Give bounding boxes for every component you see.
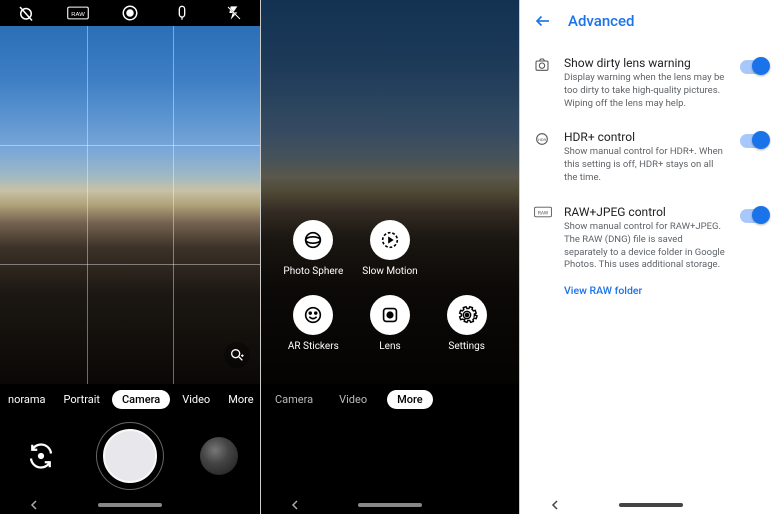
mode-more[interactable]: More	[222, 391, 259, 408]
dirty-lens-title: Show dirty lens warning	[564, 56, 728, 70]
photo-sphere-label: Photo Sphere	[283, 266, 343, 277]
hdr-icon: HDR	[534, 130, 552, 147]
slow-motion-icon	[370, 220, 410, 260]
hdr-control-setting[interactable]: HDR HDR+ control Show manual control for…	[534, 120, 768, 194]
hdr-desc: Show manual control for HDR+. When this …	[564, 146, 728, 184]
dirty-lens-toggle[interactable]	[740, 60, 768, 74]
lens-icon	[370, 295, 410, 335]
mode-camera[interactable]: Camera	[112, 390, 170, 409]
hdr-toggle[interactable]	[740, 134, 768, 148]
photo-sphere-icon	[293, 220, 333, 260]
camera-top-options: RAW	[0, 0, 260, 26]
hdr-title: HDR+ control	[564, 130, 728, 144]
android-nav-bar	[520, 496, 782, 514]
settings-option[interactable]: Settings	[428, 295, 505, 352]
more-options-grid: Photo Sphere Slow Motion AR S	[261, 220, 519, 352]
raw-control-setting[interactable]: RAW RAW+JPEG control Show manual control…	[534, 195, 768, 282]
mode-portrait[interactable]: Portrait	[57, 391, 106, 408]
ar-stickers-option[interactable]: AR Stickers	[275, 295, 352, 352]
dirty-lens-desc: Display warning when the lens may be too…	[564, 72, 728, 110]
svg-text:RAW: RAW	[71, 12, 85, 18]
raw-setting-icon: RAW	[534, 205, 552, 218]
dirty-lens-setting[interactable]: Show dirty lens warning Display warning …	[534, 46, 768, 120]
slow-motion-label: Slow Motion	[362, 266, 417, 277]
settings-icon	[447, 295, 487, 335]
mode-camera[interactable]: Camera	[269, 391, 319, 408]
dirty-lens-icon	[534, 56, 552, 73]
raw-icon[interactable]: RAW	[62, 6, 94, 20]
camera-controls	[0, 416, 260, 496]
ar-stickers-label: AR Stickers	[288, 341, 339, 352]
mode-video[interactable]: Video	[176, 391, 216, 408]
switch-camera-button[interactable]	[22, 437, 60, 475]
shutter-button[interactable]	[103, 429, 157, 483]
photo-sphere-option[interactable]: Photo Sphere	[275, 220, 352, 277]
view-raw-folder-link[interactable]: View RAW folder	[564, 284, 768, 297]
camera-viewfinder-screen: RAW	[0, 0, 260, 514]
android-nav-bar	[0, 496, 260, 514]
raw-title: RAW+JPEG control	[564, 205, 728, 219]
nav-home-pill[interactable]	[98, 503, 162, 507]
nav-back-icon[interactable]	[290, 500, 300, 510]
ar-stickers-icon	[293, 295, 333, 335]
camera-controls-empty	[261, 416, 519, 496]
viewfinder-preview	[0, 26, 260, 384]
slow-motion-option[interactable]: Slow Motion	[352, 220, 429, 277]
settings-header: Advanced	[520, 0, 782, 42]
nav-back-icon[interactable]	[29, 500, 39, 510]
advanced-settings-screen: Advanced Show dirty lens warning Display…	[520, 0, 782, 514]
flash-off-icon[interactable]	[218, 4, 250, 22]
camera-mode-strip: Camera Video More	[261, 384, 519, 414]
svg-text:HDR: HDR	[538, 137, 546, 142]
nav-back-icon[interactable]	[550, 500, 560, 510]
last-photo-thumbnail[interactable]	[200, 437, 238, 475]
camera-more-menu-screen: Photo Sphere Slow Motion AR S	[261, 0, 519, 514]
nav-home-pill[interactable]	[358, 503, 422, 507]
nav-home-pill[interactable]	[619, 503, 683, 507]
settings-title: Advanced	[568, 12, 634, 30]
mode-video[interactable]: Video	[333, 391, 373, 408]
white-balance-icon[interactable]	[166, 4, 198, 22]
svg-text:RAW: RAW	[538, 210, 549, 216]
settings-label: Settings	[448, 341, 485, 352]
timer-off-icon[interactable]	[10, 4, 42, 22]
android-nav-bar	[261, 496, 519, 514]
mode-more[interactable]: More	[387, 390, 433, 409]
back-arrow-icon[interactable]	[534, 12, 552, 30]
settings-list: Show dirty lens warning Display warning …	[520, 42, 782, 297]
camera-mode-strip: norama Portrait Camera Video More	[0, 384, 260, 414]
motion-photo-icon[interactable]	[114, 4, 146, 22]
lens-label: Lens	[379, 341, 400, 352]
motion-toggle-icon[interactable]	[224, 342, 250, 368]
raw-desc: Show manual control for RAW+JPEG. The RA…	[564, 221, 728, 272]
raw-toggle[interactable]	[740, 209, 768, 223]
mode-panorama[interactable]: norama	[2, 391, 51, 408]
lens-option[interactable]: Lens	[352, 295, 429, 352]
